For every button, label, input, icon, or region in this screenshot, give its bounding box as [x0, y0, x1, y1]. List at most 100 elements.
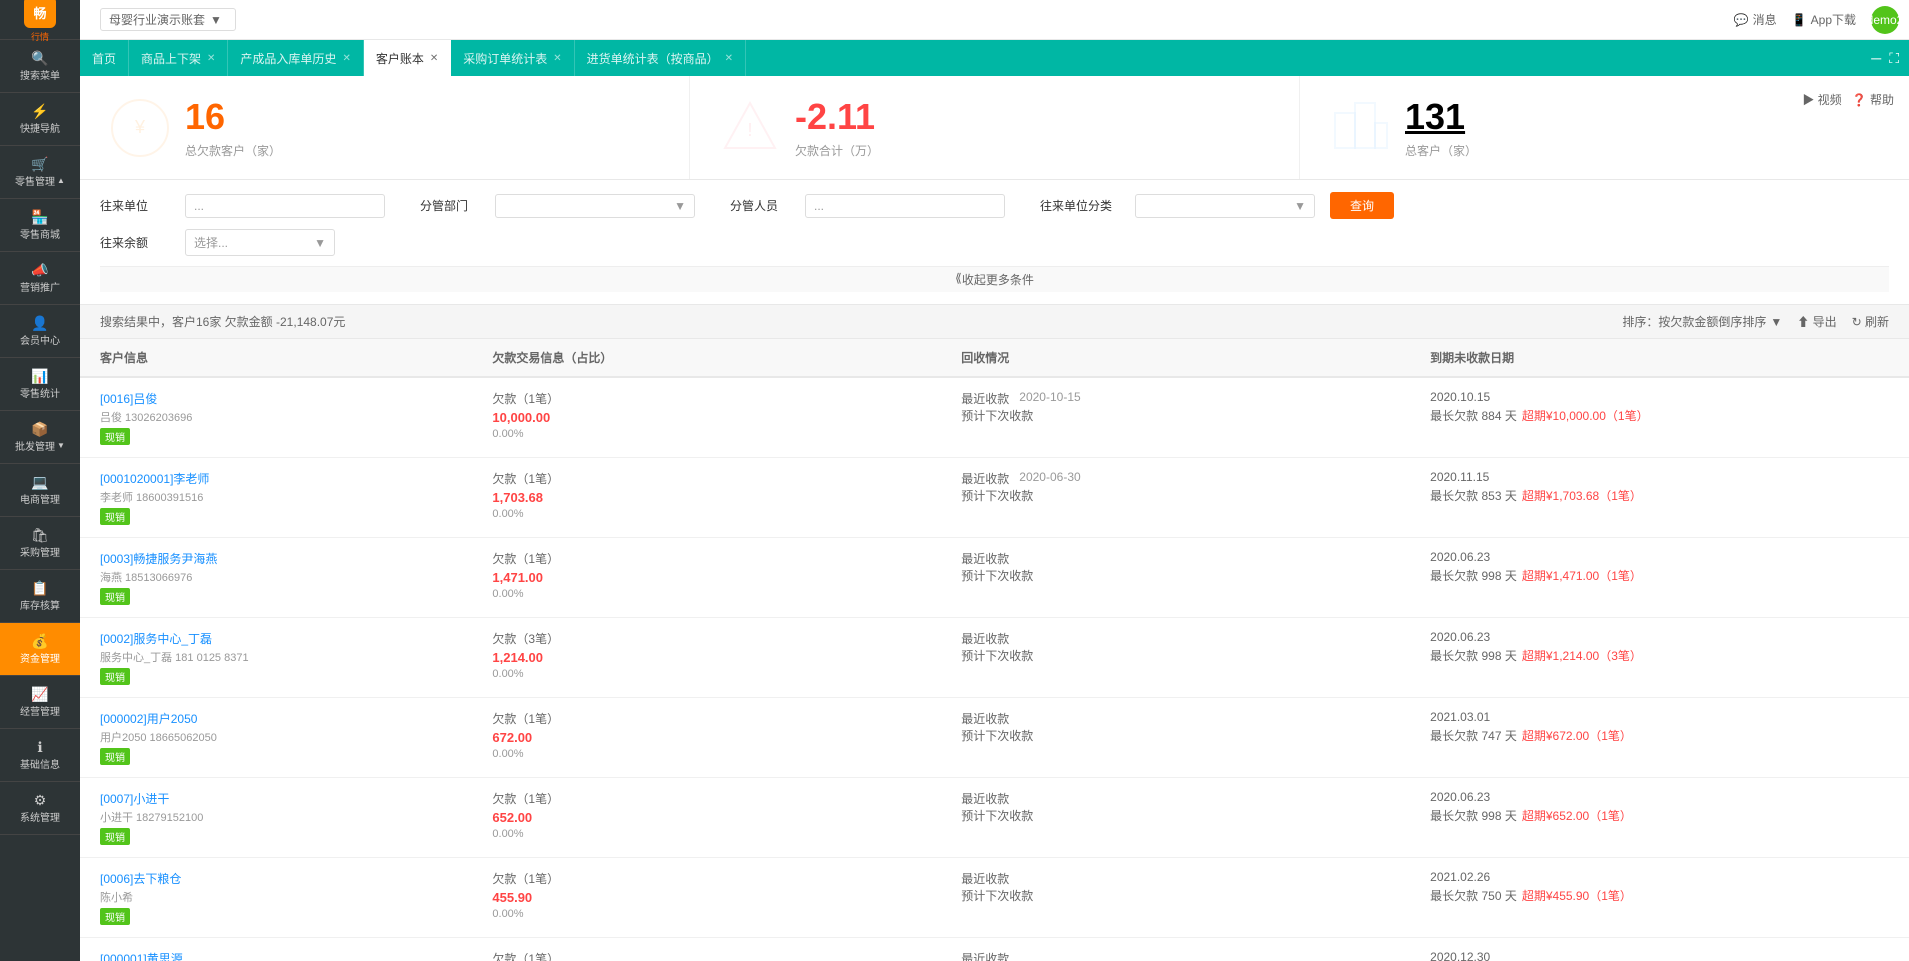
- sidebar-item-wholesale[interactable]: 📦 批发管理▼: [0, 411, 80, 464]
- debt-cell-0: 欠款（1笔） 10,000.00 0.00%: [492, 390, 961, 445]
- debt-percent-2: 0.00%: [492, 588, 951, 600]
- sidebar-item-quick-nav[interactable]: ⚡ 快捷导航: [0, 93, 80, 146]
- balance-label: 往来余额: [100, 234, 170, 251]
- tab-close-icon[interactable]: ✕: [342, 53, 350, 64]
- tab-minimize-icon[interactable]: ─: [1871, 50, 1881, 66]
- stat-value-total: -2.11: [795, 96, 879, 138]
- table-row: [0003]畅捷服务尹海燕 海燕 18513066976 现销 欠款（1笔） 1…: [80, 538, 1909, 618]
- tab-product-shelf[interactable]: 商品上下架 ✕: [129, 40, 228, 76]
- sidebar-logo: 畅 行情: [0, 0, 80, 40]
- col-header-debt: 欠款交易信息（占比）: [492, 349, 961, 366]
- tab-bar-end: ─ ⛶: [1871, 50, 1909, 67]
- from-unit-input[interactable]: ...: [185, 194, 385, 218]
- customer-name-link-6[interactable]: [0006]去下粮仓: [100, 870, 482, 887]
- debt-info-0: 欠款（1笔）: [492, 390, 951, 407]
- stat-value-debt: 16: [185, 96, 281, 138]
- sidebar-item-retail-mgmt[interactable]: 🛒 零售管理▲: [0, 146, 80, 199]
- customer-phone-5: 小进干 18279152100: [100, 809, 482, 825]
- app-download-btn[interactable]: 📱 App下载: [1792, 11, 1856, 28]
- table-header: 客户信息 欠款交易信息（占比） 回收情况 到期未收款日期: [80, 339, 1909, 378]
- sidebar-item-marketing[interactable]: 📣 营销推广: [0, 252, 80, 305]
- tab-home[interactable]: 首页: [80, 40, 129, 76]
- sort-dropdown-icon: ▼: [1770, 315, 1782, 329]
- debt-info-2: 欠款（1笔）: [492, 550, 951, 567]
- expiry-date-6: 2021.02.26: [1430, 870, 1889, 884]
- customer-name-link-3[interactable]: [0002]服务中心_丁磊: [100, 630, 482, 647]
- debt-info-6: 欠款（1笔）: [492, 870, 951, 887]
- expiry-cell-5: 2020.06.23 最长欠款 998 天 超期¥652.00（1笔）: [1430, 790, 1889, 845]
- top-right-area: 💬 消息 📱 App下载 demo2: [1734, 6, 1899, 34]
- help-btn[interactable]: ❓ 帮助: [1852, 91, 1894, 108]
- person-input[interactable]: ...: [805, 194, 1005, 218]
- customer-name-link-4[interactable]: [000002]用户2050: [100, 710, 482, 727]
- sidebar-item-member[interactable]: 👤 会员中心: [0, 305, 80, 358]
- filter-row-1: 往来单位 ... 分管部门 ▼ 分管人员 ...: [100, 192, 1889, 219]
- refresh-btn[interactable]: ↻ 刷新: [1852, 313, 1889, 330]
- tab-expand-icon[interactable]: ⛶: [1889, 50, 1899, 67]
- debt-percent-6: 0.00%: [492, 908, 951, 920]
- sidebar-item-purchase[interactable]: 🛍 采购管理: [0, 517, 80, 570]
- tab-close-icon[interactable]: ✕: [430, 53, 438, 64]
- sidebar-item-basic-info[interactable]: ℹ 基础信息: [0, 729, 80, 782]
- table-row: [0007]小进干 小进干 18279152100 现销 欠款（1笔） 652.…: [80, 778, 1909, 858]
- sidebar-item-sys-mgmt[interactable]: ⚙ 系统管理: [0, 782, 80, 835]
- stat-actions: ▶ 视频 ❓ 帮助: [1802, 91, 1894, 108]
- debt-amount-0: 10,000.00: [492, 410, 951, 425]
- customer-name-link-7[interactable]: [000001]黄思源: [100, 950, 482, 961]
- customer-tag-6: 现销: [100, 908, 130, 925]
- customer-name-link-5[interactable]: [0007]小进干: [100, 790, 482, 807]
- tab-stock-stats[interactable]: 进货单统计表（按商品） ✕: [575, 40, 746, 76]
- sidebar-item-ecommerce[interactable]: 💻 电商管理: [0, 464, 80, 517]
- stat-icon-total: !: [720, 98, 780, 158]
- expiry-date-7: 2020.12.30: [1430, 950, 1889, 961]
- user-avatar[interactable]: demo2: [1871, 6, 1899, 34]
- debt-percent-1: 0.00%: [492, 508, 951, 520]
- expiry-cell-7: 2020.12.30 最长欠款 808 天 超期¥429.00（1笔）: [1430, 950, 1889, 961]
- sidebar-item-finance[interactable]: 💰 资金管理: [0, 623, 80, 676]
- sort-select[interactable]: 排序：按欠款金额倒序排序 ▼: [1622, 313, 1782, 330]
- top-bar: 母婴行业演示账套 ▼ 💬 消息 📱 App下载 demo2: [0, 0, 1909, 40]
- table-row: [000001]黄思源 黄思源 13552700226 现销 欠款（1笔） 42…: [80, 938, 1909, 961]
- expiry-date-0: 2020.10.15: [1430, 390, 1889, 404]
- collapse-btn[interactable]: ⟪ 收起更多条件: [100, 266, 1889, 292]
- sidebar: 畅 行情 🔍 搜索菜单 ⚡ 快捷导航 🛒 零售管理▲ 🏪 零售商城 📣 营销推广: [0, 0, 80, 961]
- stat-label-debt: 总欠款客户（家）: [185, 142, 281, 159]
- tab-close-icon[interactable]: ✕: [207, 53, 215, 64]
- store-selector[interactable]: 母婴行业演示账套 ▼: [100, 8, 236, 31]
- tab-close-icon[interactable]: ✕: [553, 53, 561, 64]
- view-video-btn[interactable]: ▶ 视频: [1802, 91, 1841, 108]
- customer-phone-6: 陈小希: [100, 889, 482, 905]
- content-wrapper: ¥ 16 总欠款客户（家） ! -2.11 欠款合计（万）: [80, 76, 1909, 961]
- tab-customer-ledger[interactable]: 客户账本 ✕: [364, 40, 451, 76]
- sidebar-item-inventory[interactable]: 📋 库存核算: [0, 570, 80, 623]
- col-header-customer: 客户信息: [100, 349, 492, 366]
- customer-tag-2: 现销: [100, 588, 130, 605]
- sidebar-item-retail-store[interactable]: 🏪 零售商城: [0, 199, 80, 252]
- unit-class-select[interactable]: ▼: [1135, 194, 1315, 218]
- sidebar-item-search[interactable]: 🔍 搜索菜单: [0, 40, 80, 93]
- help-icon: ❓: [1852, 93, 1867, 107]
- filter-bar: 往来单位 ... 分管部门 ▼ 分管人员 ...: [80, 180, 1909, 305]
- person-label: 分管人员: [730, 197, 790, 214]
- debt-cell-2: 欠款（1笔） 1,471.00 0.00%: [492, 550, 961, 605]
- tab-close-icon[interactable]: ✕: [725, 53, 733, 64]
- search-button[interactable]: 查询: [1330, 192, 1394, 219]
- sidebar-item-biz-mgmt[interactable]: 📈 经营管理: [0, 676, 80, 729]
- message-btn[interactable]: 💬 消息: [1734, 11, 1777, 28]
- tab-bar: 首页 商品上下架 ✕ 产成品入库单历史 ✕ 客户账本 ✕ 采购订单统计表 ✕ 进…: [80, 40, 1909, 76]
- dept-select[interactable]: ▼: [495, 194, 695, 218]
- store-name: 母婴行业演示账套: [109, 11, 205, 28]
- expiry-cell-6: 2021.02.26 最长欠款 750 天 超期¥455.90（1笔）: [1430, 870, 1889, 925]
- balance-select[interactable]: 选择... ▼: [185, 229, 335, 256]
- sidebar-item-retail-stats[interactable]: 📊 零售统计: [0, 358, 80, 411]
- collection-cell-6: 最近收款 预计下次收款: [961, 870, 1430, 925]
- customer-name-link-1[interactable]: [0001020001]李老师: [100, 470, 482, 487]
- table-row: [0016]吕俊 吕俊 13026203696 现销 欠款（1笔） 10,000…: [80, 378, 1909, 458]
- table-row: [0002]服务中心_丁磊 服务中心_丁磊 181 0125 8371 现销 欠…: [80, 618, 1909, 698]
- tab-stock-history[interactable]: 产成品入库单历史 ✕: [228, 40, 363, 76]
- customer-name-link-2[interactable]: [0003]畅捷服务尹海燕: [100, 550, 482, 567]
- tab-purchase-stats[interactable]: 采购订单统计表 ✕: [451, 40, 574, 76]
- customer-name-link-0[interactable]: [0016]吕俊: [100, 390, 482, 407]
- export-btn[interactable]: ⬆ 导出: [1797, 313, 1836, 330]
- debt-amount-1: 1,703.68: [492, 490, 951, 505]
